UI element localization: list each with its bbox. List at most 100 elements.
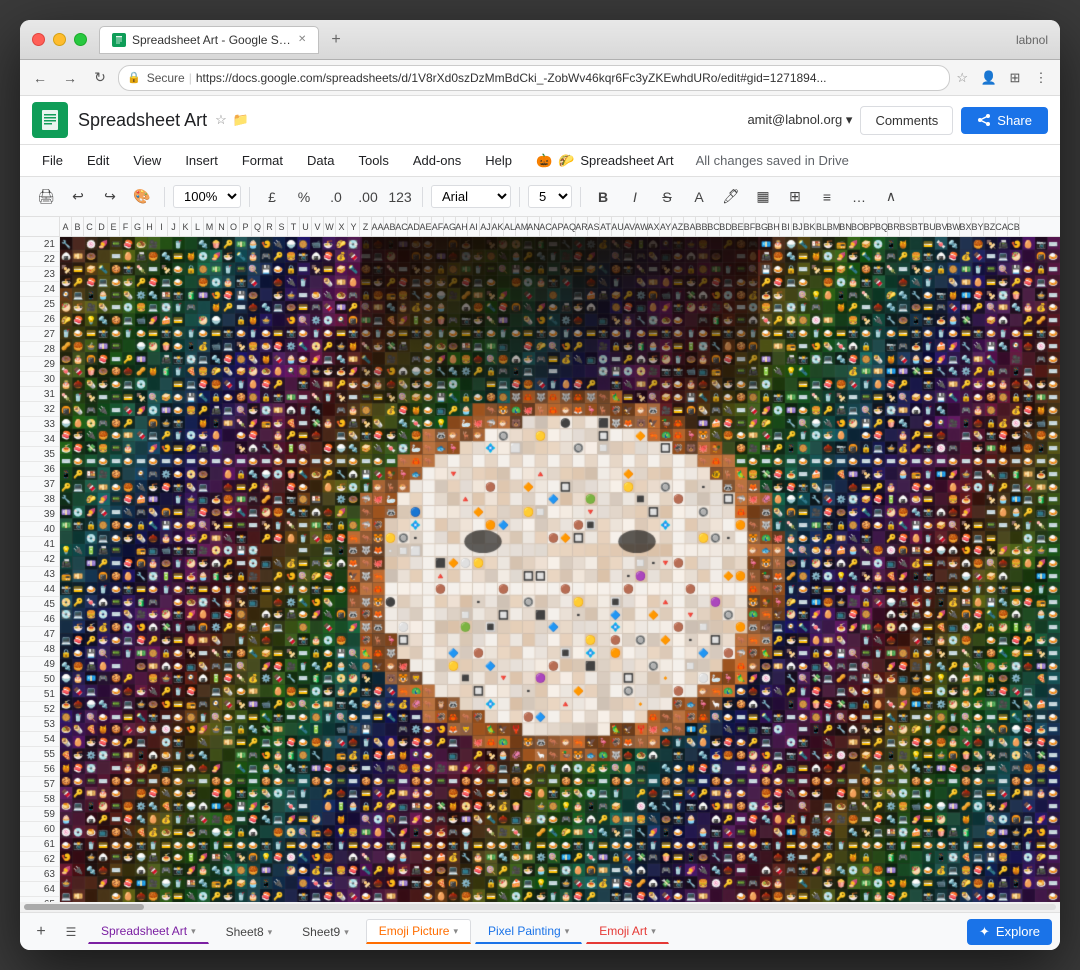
col-header-BK: BK [804,217,816,236]
menu-data[interactable]: Data [297,149,344,172]
tab-pixel-painting[interactable]: Pixel Painting ▾ [475,919,582,944]
col-header-AW: AW [636,217,648,236]
row-num-26: 26 [20,312,59,327]
tab-dropdown-icon-sheet8[interactable]: ▾ [268,927,273,938]
col-header-BH: BH [768,217,780,236]
col-header-BI: BI [780,217,792,236]
share-button[interactable]: Share [961,107,1048,134]
strikethrough-button[interactable]: S [653,183,681,211]
tab-emoji-art[interactable]: Emoji Art ▾ [586,919,669,944]
font-size-select[interactable]: 5 8 10 [528,185,572,208]
menu-file[interactable]: File [32,149,73,172]
scrollbar-thumb[interactable] [24,904,144,910]
align-button[interactable]: ≡ [813,183,841,211]
minimize-button[interactable] [53,33,66,46]
refresh-button[interactable]: ↻ [88,66,112,90]
print-button[interactable]: 🖨 [32,183,60,211]
horizontal-scrollbar[interactable] [20,902,1060,912]
row-num-49: 49 [20,657,59,672]
row-num-61: 61 [20,837,59,852]
close-button[interactable] [32,33,45,46]
row-num-33: 33 [20,417,59,432]
folder-icon[interactable]: 📁 [233,112,249,128]
col-header-BD: BD [720,217,732,236]
user-email[interactable]: amit@labnol.org ▾ [747,112,852,128]
row-num-31: 31 [20,387,59,402]
menu-icon[interactable]: ⋮ [1030,67,1052,89]
undo-button[interactable]: ↩ [64,183,92,211]
bookmark-icon[interactable]: ☆ [956,70,968,86]
row-num-59: 59 [20,807,59,822]
row-num-34: 34 [20,432,59,447]
font-select[interactable]: Arial [431,185,511,208]
address-bar[interactable]: 🔒 Secure | https://docs.google.com/sprea… [118,65,950,91]
menu-view[interactable]: View [123,149,171,172]
tab-dropdown-icon-emoji-art[interactable]: ▾ [651,926,656,937]
url-text[interactable]: https://docs.google.com/spreadsheets/d/1… [196,71,827,85]
borders-button[interactable]: ▦ [749,183,777,211]
format-paint-button[interactable]: 🎨 [128,183,156,211]
sheet-area: ABCDEFGHIJKLMNOPQRSTUVWXYZAAABACADAEAFAG… [20,217,1060,902]
menu-edit[interactable]: Edit [77,149,119,172]
menu-format[interactable]: Format [232,149,293,172]
row-num-36: 36 [20,462,59,477]
row-num-32: 32 [20,402,59,417]
more-button[interactable]: … [845,183,873,211]
merge-button[interactable]: ⊞ [781,183,809,211]
tab-close-icon[interactable]: ✕ [298,34,306,45]
forward-button[interactable]: → [58,66,82,90]
back-button[interactable]: ← [28,66,52,90]
bold-button[interactable]: B [589,183,617,211]
col-header-V: V [312,217,324,236]
col-header-AC: AC [540,217,552,236]
star-icon[interactable]: ☆ [215,112,227,128]
plugin-emoji1: 🎃 [536,153,552,169]
col-header-AC: AC [396,217,408,236]
text-color-button[interactable]: A [685,183,713,211]
extensions-icon[interactable]: ⊞ [1004,67,1026,89]
menu-help[interactable]: Help [475,149,522,172]
addressbar: ← → ↻ 🔒 Secure | https://docs.google.com… [20,60,1060,96]
tab-spreadsheet-art[interactable]: Spreadsheet Art ▾ [88,919,209,944]
tab-dropdown-icon[interactable]: ▾ [191,926,196,937]
toolbar-collapse-button[interactable]: ∧ [877,183,905,211]
format-number-button[interactable]: 123 [386,183,414,211]
col-header-AA: AA [372,217,384,236]
add-sheet-button[interactable]: + [28,919,54,945]
menu-addons[interactable]: Add-ons [403,149,471,172]
decimal-dec-button[interactable]: .0 [322,183,350,211]
maximize-button[interactable] [74,33,87,46]
col-header-BY: BY [972,217,984,236]
titlebar: Spreadsheet Art - Google She... ✕ + labn… [20,20,1060,60]
profile-icon[interactable]: 👤 [978,67,1000,89]
tab-dropdown-icon-pixel-painting[interactable]: ▾ [565,926,570,937]
browser-tab[interactable]: Spreadsheet Art - Google She... ✕ [99,26,319,54]
tab-label-spreadsheet-art: Spreadsheet Art [101,924,187,938]
percent-button[interactable]: % [290,183,318,211]
col-header-X: X [336,217,348,236]
comments-button[interactable]: Comments [860,106,953,135]
currency-button[interactable]: £ [258,183,286,211]
col-header-M: M [204,217,216,236]
redo-button[interactable]: ↪ [96,183,124,211]
row-num-21: 21 [20,237,59,252]
decimal-inc-button[interactable]: .00 [354,183,382,211]
menu-tools[interactable]: Tools [348,149,398,172]
new-tab-button[interactable]: + [323,29,348,51]
italic-button[interactable]: I [621,183,649,211]
tab-dropdown-icon-emoji-picture[interactable]: ▾ [453,926,458,937]
explore-button[interactable]: ✦ Explore [967,919,1052,945]
sheet-list-button[interactable]: ☰ [58,919,84,945]
tab-sheet9[interactable]: Sheet9 ▾ [289,920,362,943]
tab-dropdown-icon-sheet9[interactable]: ▾ [344,927,349,938]
tab-sheet8[interactable]: Sheet8 ▾ [213,920,286,943]
app-header: Spreadsheet Art ☆ 📁 amit@labnol.org ▾ Co… [20,96,1060,145]
menubar: File Edit View Insert Format Data Tools … [20,145,1060,177]
highlight-button[interactable]: 🖊 [717,183,745,211]
zoom-select[interactable]: 100% 75% 150% [173,185,241,208]
col-header-O: O [228,217,240,236]
menu-insert[interactable]: Insert [175,149,228,172]
row-num-62: 62 [20,852,59,867]
col-header-BE: BE [732,217,744,236]
tab-emoji-picture[interactable]: Emoji Picture ▾ [366,919,471,944]
